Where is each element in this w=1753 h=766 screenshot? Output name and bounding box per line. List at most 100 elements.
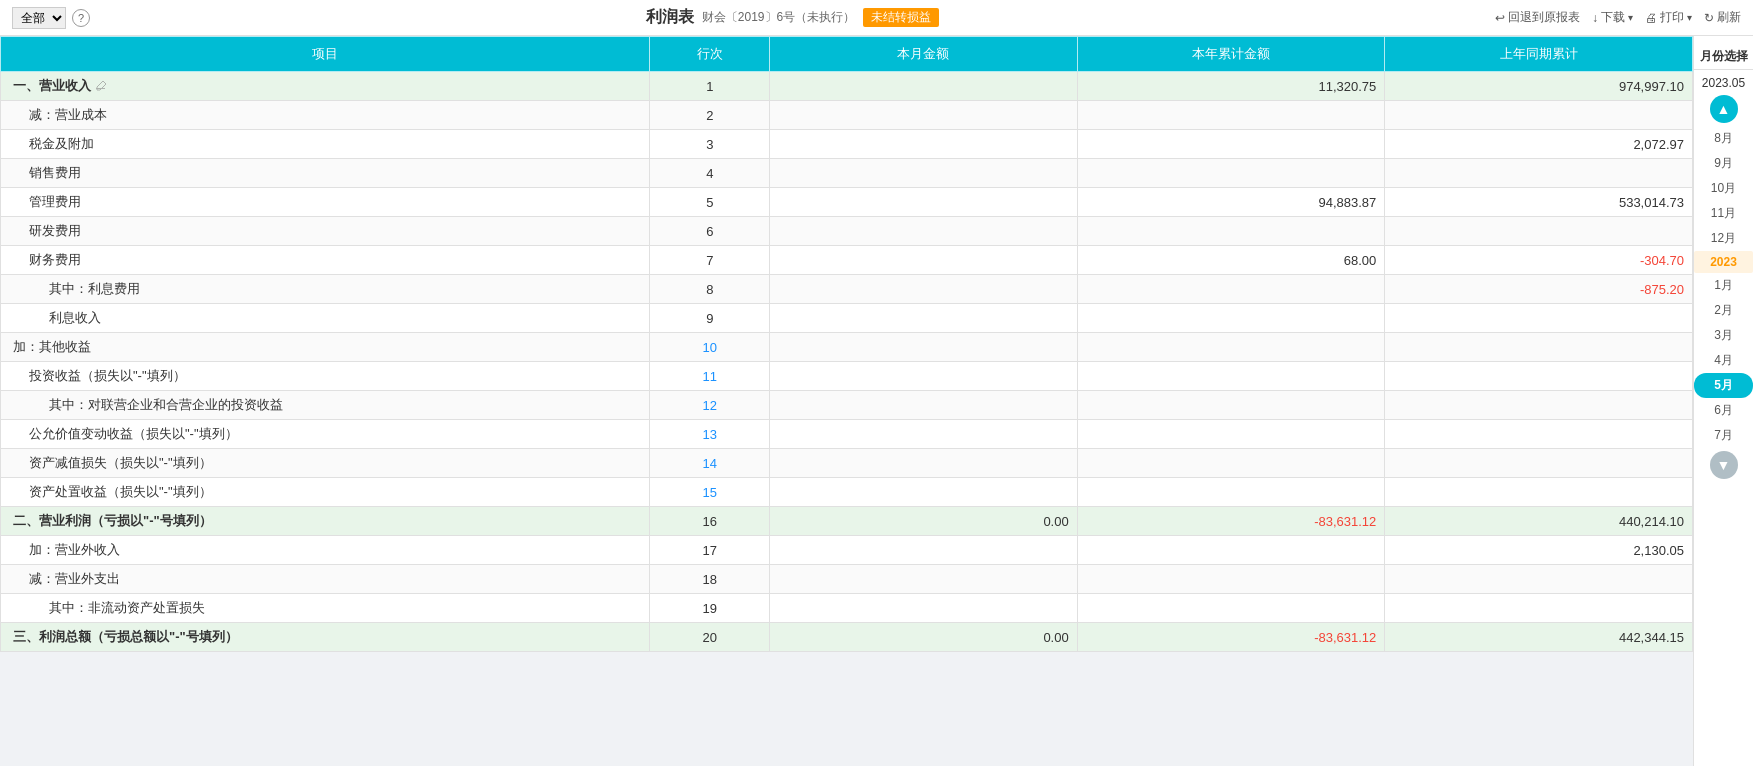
- table-cell-prev: [1385, 478, 1693, 507]
- table-row: 减：营业成本2: [1, 101, 1693, 130]
- table-cell-rownum: 10: [650, 333, 770, 362]
- table-cell-month: [770, 246, 1078, 275]
- table-row: 加：其他收益10: [1, 333, 1693, 362]
- table-row: 其中：非流动资产处置损失19: [1, 594, 1693, 623]
- col-header-year: 本年累计金额: [1077, 37, 1385, 72]
- table-cell-prev: [1385, 594, 1693, 623]
- table-cell-rownum: 17: [650, 536, 770, 565]
- table-cell-rownum: 15: [650, 478, 770, 507]
- table-cell-rownum: 7: [650, 246, 770, 275]
- sidebar-month-item[interactable]: 9月: [1694, 151, 1753, 176]
- table-cell-item: 财务费用: [1, 246, 650, 275]
- report-table: 项目 行次 本月金额 本年累计金额 上年同期累计 一、营业收入111,320.7…: [0, 36, 1693, 652]
- table-cell-month: [770, 333, 1078, 362]
- sidebar-month-item[interactable]: 5月: [1694, 373, 1753, 398]
- table-cell-item: 管理费用: [1, 188, 650, 217]
- table-row: 财务费用768.00-304.70: [1, 246, 1693, 275]
- sidebar-month-item[interactable]: 3月: [1694, 323, 1753, 348]
- table-cell-item: 研发费用: [1, 217, 650, 246]
- sidebar-month-item[interactable]: 7月: [1694, 423, 1753, 448]
- table-cell-month: [770, 188, 1078, 217]
- table-cell-month: [770, 72, 1078, 101]
- sidebar-month-item[interactable]: 12月: [1694, 226, 1753, 251]
- table-cell-prev: 974,997.10: [1385, 72, 1693, 101]
- table-cell-rownum: 9: [650, 304, 770, 333]
- table-cell-rownum: 19: [650, 594, 770, 623]
- table-header-row: 项目 行次 本月金额 本年累计金额 上年同期累计: [1, 37, 1693, 72]
- print-chevron-icon: ▾: [1687, 12, 1692, 23]
- table-cell-prev: [1385, 217, 1693, 246]
- page-wrapper: 全部 ? 利润表 财会〔2019〕6号（未执行） 未结转损益 ↩ 回退到原报表 …: [0, 0, 1753, 766]
- table-cell-month: 0.00: [770, 623, 1078, 652]
- sidebar: 月份选择 2023.05 ▲ 8月9月10月11月12月20231月2月3月4月…: [1693, 36, 1753, 766]
- table-row: 一、营业收入111,320.75974,997.10: [1, 72, 1693, 101]
- print-button[interactable]: 🖨 打印 ▾: [1645, 9, 1692, 26]
- sidebar-year: 2023.05: [1694, 74, 1753, 92]
- table-row: 三、利润总额（亏损总额以"-"号填列）200.00-83,631.12442,3…: [1, 623, 1693, 652]
- sidebar-month-item[interactable]: 11月: [1694, 201, 1753, 226]
- table-cell-month: 0.00: [770, 507, 1078, 536]
- sidebar-month-item[interactable]: 6月: [1694, 398, 1753, 423]
- table-row: 资产处置收益（损失以"-"填列）15: [1, 478, 1693, 507]
- table-cell-month: [770, 217, 1078, 246]
- table-cell-prev: [1385, 391, 1693, 420]
- table-cell-rownum: 6: [650, 217, 770, 246]
- sidebar-scroll-down-button[interactable]: ▼: [1710, 451, 1738, 479]
- back-to-original-button[interactable]: ↩ 回退到原报表: [1495, 9, 1580, 26]
- sidebar-month-item[interactable]: 4月: [1694, 348, 1753, 373]
- col-header-month: 本月金额: [770, 37, 1078, 72]
- sidebar-month-item[interactable]: 8月: [1694, 126, 1753, 151]
- table-cell-year: -83,631.12: [1077, 507, 1385, 536]
- table-cell-prev: 533,014.73: [1385, 188, 1693, 217]
- table-row: 税金及附加32,072.97: [1, 130, 1693, 159]
- table-area[interactable]: 项目 行次 本月金额 本年累计金额 上年同期累计 一、营业收入111,320.7…: [0, 36, 1693, 766]
- table-cell-item: 税金及附加: [1, 130, 650, 159]
- table-cell-year: [1077, 478, 1385, 507]
- table-row: 加：营业外收入172,130.05: [1, 536, 1693, 565]
- table-cell-year: [1077, 449, 1385, 478]
- table-cell-item: 其中：对联营企业和合营企业的投资收益: [1, 391, 650, 420]
- table-cell-prev: 440,214.10: [1385, 507, 1693, 536]
- table-cell-item: 资产减值损失（损失以"-"填列）: [1, 449, 650, 478]
- sidebar-scroll-up-button[interactable]: ▲: [1710, 95, 1738, 123]
- sidebar-month-item[interactable]: 2023: [1694, 251, 1753, 273]
- table-cell-month: [770, 159, 1078, 188]
- sidebar-months: 8月9月10月11月12月20231月2月3月4月5月6月7月: [1694, 126, 1753, 448]
- table-row: 其中：对联营企业和合营企业的投资收益12: [1, 391, 1693, 420]
- table-row: 管理费用594,883.87533,014.73: [1, 188, 1693, 217]
- table-cell-prev: -304.70: [1385, 246, 1693, 275]
- table-cell-item: 投资收益（损失以"-"填列）: [1, 362, 650, 391]
- table-cell-year: [1077, 217, 1385, 246]
- table-cell-year: -83,631.12: [1077, 623, 1385, 652]
- table-cell-rownum: 3: [650, 130, 770, 159]
- table-cell-month: [770, 420, 1078, 449]
- table-cell-month: [770, 594, 1078, 623]
- sidebar-month-item[interactable]: 10月: [1694, 176, 1753, 201]
- table-cell-rownum: 2: [650, 101, 770, 130]
- sidebar-month-item[interactable]: 1月: [1694, 273, 1753, 298]
- table-cell-year: 94,883.87: [1077, 188, 1385, 217]
- download-icon: ↓: [1592, 11, 1598, 25]
- table-cell-month: [770, 304, 1078, 333]
- refresh-button[interactable]: ↻ 刷新: [1704, 9, 1741, 26]
- table-cell-item: 二、营业利润（亏损以"-"号填列）: [1, 507, 650, 536]
- table-cell-year: [1077, 565, 1385, 594]
- table-cell-year: [1077, 391, 1385, 420]
- table-cell-item: 加：其他收益: [1, 333, 650, 362]
- print-icon: 🖨: [1645, 11, 1657, 25]
- table-cell-prev: 442,344.15: [1385, 623, 1693, 652]
- table-cell-year: [1077, 536, 1385, 565]
- table-cell-item: 其中：利息费用: [1, 275, 650, 304]
- help-icon[interactable]: ?: [72, 9, 90, 27]
- edit-icon[interactable]: [95, 79, 111, 95]
- header-left: 全部 ?: [12, 7, 90, 29]
- table-row: 销售费用4: [1, 159, 1693, 188]
- scope-dropdown[interactable]: 全部: [12, 7, 66, 29]
- table-cell-item: 资产处置收益（损失以"-"填列）: [1, 478, 650, 507]
- col-header-item: 项目: [1, 37, 650, 72]
- download-button[interactable]: ↓ 下载 ▾: [1592, 9, 1633, 26]
- table-cell-item: 加：营业外收入: [1, 536, 650, 565]
- table-cell-month: [770, 536, 1078, 565]
- sidebar-month-item[interactable]: 2月: [1694, 298, 1753, 323]
- table-cell-prev: [1385, 565, 1693, 594]
